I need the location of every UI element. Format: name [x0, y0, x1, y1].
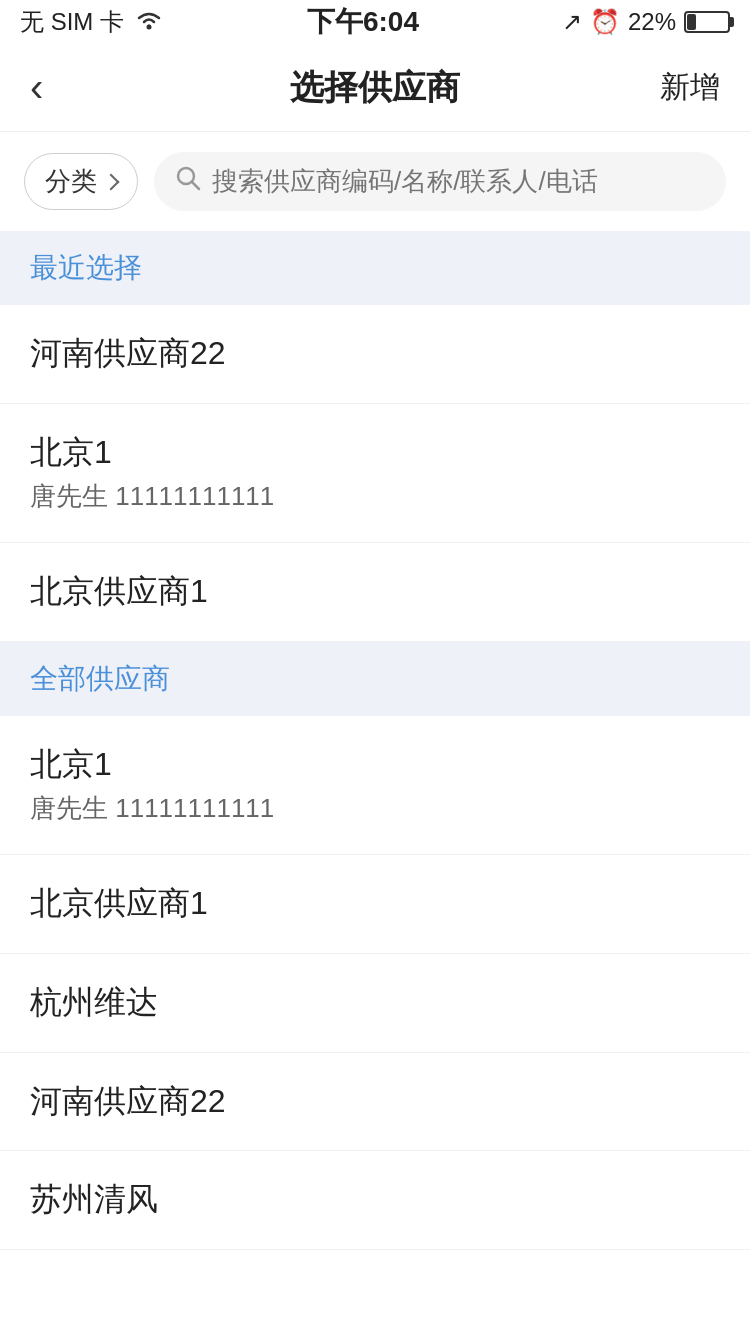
item-name: 北京1 [30, 432, 720, 474]
status-bar-time: 下午6:04 [307, 3, 419, 41]
battery-percent: 22% [628, 8, 676, 36]
list-item[interactable]: 河南供应商22 [0, 305, 750, 404]
item-name: 苏州清风 [30, 1179, 720, 1221]
recent-section-label: 最近选择 [30, 252, 142, 283]
all-list: 北京1 唐先生 11111111111 北京供应商1 杭州维达 河南供应商22 … [0, 716, 750, 1250]
svg-line-2 [192, 182, 199, 189]
all-section-header: 全部供应商 [0, 642, 750, 716]
item-name: 河南供应商22 [30, 1081, 720, 1123]
search-area: 分类 [0, 132, 750, 231]
alarm-icon: ⏰ [590, 8, 620, 36]
recent-section-header: 最近选择 [0, 231, 750, 305]
list-item[interactable]: 北京供应商1 [0, 855, 750, 954]
item-name: 河南供应商22 [30, 333, 720, 375]
status-bar-left: 无 SIM 卡 [20, 6, 164, 38]
item-name: 北京供应商1 [30, 571, 720, 613]
list-item[interactable]: 杭州维达 [0, 954, 750, 1053]
search-input[interactable] [212, 166, 706, 197]
search-input-wrap [154, 152, 726, 211]
svg-point-0 [147, 25, 152, 30]
all-section-label: 全部供应商 [30, 663, 170, 694]
battery-icon [684, 11, 730, 33]
category-label: 分类 [45, 164, 97, 199]
list-item[interactable]: 北京1 唐先生 11111111111 [0, 404, 750, 544]
add-button[interactable]: 新增 [660, 67, 720, 108]
status-bar-right: ↗ ⏰ 22% [562, 8, 730, 36]
nav-bar: ‹ 选择供应商 新增 [0, 44, 750, 132]
recent-list: 河南供应商22 北京1 唐先生 11111111111 北京供应商1 [0, 305, 750, 642]
item-sub: 唐先生 11111111111 [30, 479, 720, 514]
page-title: 选择供应商 [290, 65, 460, 111]
list-item[interactable]: 北京1 唐先生 11111111111 [0, 716, 750, 856]
item-name: 北京供应商1 [30, 883, 720, 925]
item-name: 杭州维达 [30, 982, 720, 1024]
item-name: 北京1 [30, 744, 720, 786]
list-item[interactable]: 北京供应商1 [0, 543, 750, 642]
back-button[interactable]: ‹ [30, 65, 90, 110]
item-sub: 唐先生 11111111111 [30, 791, 720, 826]
chevron-right-icon [103, 173, 120, 190]
search-icon [174, 164, 202, 199]
location-icon: ↗ [562, 8, 582, 36]
status-bar: 无 SIM 卡 下午6:04 ↗ ⏰ 22% [0, 0, 750, 44]
no-sim-label: 无 SIM 卡 [20, 6, 124, 38]
list-item[interactable]: 河南供应商22 [0, 1053, 750, 1152]
wifi-icon [134, 8, 164, 36]
category-filter-button[interactable]: 分类 [24, 153, 138, 210]
list-item[interactable]: 苏州清风 [0, 1151, 750, 1250]
